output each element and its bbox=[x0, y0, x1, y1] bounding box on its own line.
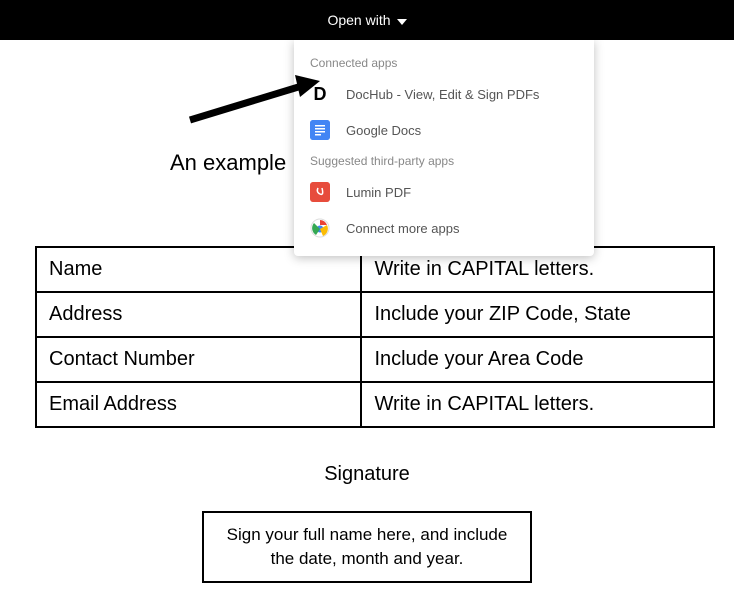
form-table: Name Write in CAPITAL letters. Address I… bbox=[35, 246, 715, 428]
dropdown-item-label: Lumin PDF bbox=[346, 185, 411, 200]
signature-instruction-box: Sign your full name here, and include th… bbox=[202, 511, 532, 583]
lumin-pdf-icon bbox=[310, 182, 330, 202]
dropdown-item-gdocs[interactable]: Google Docs bbox=[294, 112, 594, 148]
signature-heading: Signature bbox=[40, 463, 694, 486]
table-cell-hint: Include your ZIP Code, State bbox=[361, 292, 714, 337]
table-row: Contact Number Include your Area Code bbox=[36, 337, 714, 382]
dropdown-item-label: Google Docs bbox=[346, 123, 421, 138]
open-with-dropdown: Connected apps D DocHub - View, Edit & S… bbox=[294, 40, 594, 256]
top-bar: Open with bbox=[0, 0, 734, 40]
dropdown-item-dochub[interactable]: D DocHub - View, Edit & Sign PDFs bbox=[294, 76, 594, 112]
table-cell-label: Email Address bbox=[36, 382, 361, 427]
dochub-icon: D bbox=[310, 84, 330, 104]
dropdown-item-label: Connect more apps bbox=[346, 221, 459, 236]
table-cell-hint: Write in CAPITAL letters. bbox=[361, 382, 714, 427]
table-cell-hint: Include your Area Code bbox=[361, 337, 714, 382]
chrome-webstore-icon bbox=[310, 218, 330, 238]
table-cell-label: Contact Number bbox=[36, 337, 361, 382]
table-row: Email Address Write in CAPITAL letters. bbox=[36, 382, 714, 427]
caret-down-icon bbox=[397, 12, 407, 28]
dropdown-item-connect-more[interactable]: Connect more apps bbox=[294, 210, 594, 246]
dropdown-section-suggested: Suggested third-party apps bbox=[294, 148, 594, 174]
open-with-button[interactable]: Open with bbox=[319, 8, 414, 32]
dropdown-section-connected: Connected apps bbox=[294, 50, 594, 76]
dropdown-item-label: DocHub - View, Edit & Sign PDFs bbox=[346, 87, 539, 102]
open-with-label: Open with bbox=[327, 12, 390, 28]
table-row: Address Include your ZIP Code, State bbox=[36, 292, 714, 337]
table-cell-label: Address bbox=[36, 292, 361, 337]
dropdown-item-lumin[interactable]: Lumin PDF bbox=[294, 174, 594, 210]
google-docs-icon bbox=[310, 120, 330, 140]
